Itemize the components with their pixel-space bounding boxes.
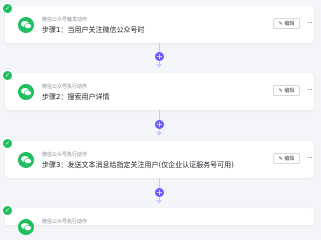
step-title: 步骤1：当用户关注微信公众号时	[42, 26, 145, 34]
more-button[interactable]: ···	[307, 154, 313, 162]
add-step-button[interactable]: +	[155, 188, 164, 197]
wechat-icon	[18, 152, 34, 168]
step-title: 步骤2：搜索用户详情	[42, 93, 110, 101]
edit-button[interactable]: ✎ 编辑	[273, 18, 300, 29]
check-icon: ✓	[2, 3, 13, 14]
step-type-label: 微信公众号执行动作	[42, 84, 88, 90]
check-icon: ✓	[2, 70, 13, 81]
step-title: 步骤3：发送文本消息给指定关注用户(仅企业认证服务号可用)	[42, 161, 234, 169]
plus-icon: +	[156, 52, 163, 61]
connector-arrow	[156, 64, 162, 68]
more-button[interactable]: ···	[307, 86, 313, 94]
connector-arrow	[156, 200, 162, 204]
edit-button[interactable]: ✎ 编辑	[273, 153, 300, 164]
pencil-icon: ✎	[278, 21, 283, 27]
plus-icon: +	[156, 188, 163, 197]
step-type-label: 微信公众号执行动作	[42, 152, 88, 158]
plus-icon: +	[156, 120, 163, 129]
connector-arrow	[156, 132, 162, 136]
step-type-label: 微信公众号触发动作	[42, 17, 88, 23]
add-step-button[interactable]: +	[155, 52, 164, 61]
step-card-4[interactable]: ✓ 微信公众号执行动作	[2, 205, 314, 235]
more-button[interactable]: ···	[307, 19, 313, 27]
step-card-3[interactable]: ✓ 微信公众号执行动作 步骤3：发送文本消息给指定关注用户(仅企业认证服务号可用…	[2, 138, 314, 178]
step-card-1[interactable]: ✓ 微信公众号触发动作 步骤1：当用户关注微信公众号时 ✎ 编辑 ···	[2, 3, 314, 43]
check-icon: ✓	[2, 205, 13, 216]
step-type-label: 微信公众号执行动作	[42, 219, 88, 225]
wechat-icon	[18, 219, 34, 235]
step-card-2[interactable]: ✓ 微信公众号执行动作 步骤2：搜索用户详情 ✎ 编辑 ···	[2, 70, 314, 110]
pencil-icon: ✎	[278, 156, 283, 162]
check-icon: ✓	[2, 138, 13, 149]
pencil-icon: ✎	[278, 88, 283, 94]
wechat-icon	[18, 17, 34, 33]
wechat-icon	[18, 84, 34, 100]
add-step-button[interactable]: +	[155, 120, 164, 129]
edit-button[interactable]: ✎ 编辑	[273, 85, 300, 96]
